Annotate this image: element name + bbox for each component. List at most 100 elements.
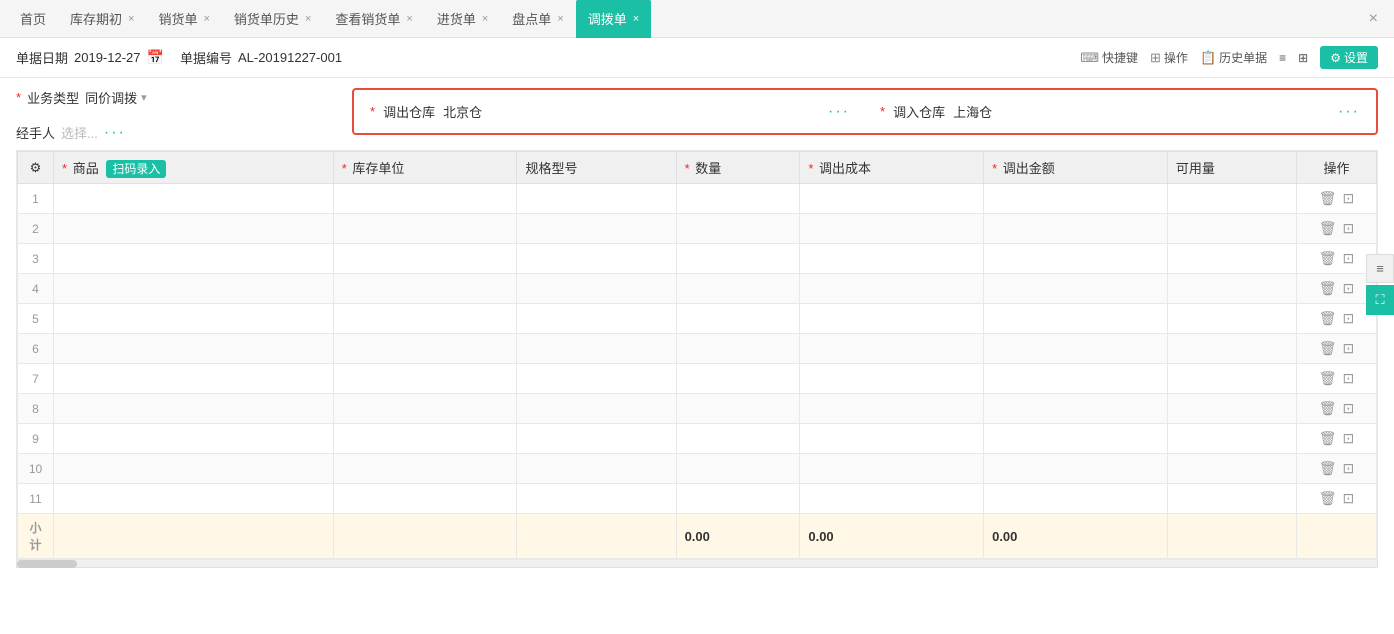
row-product[interactable] <box>54 394 334 424</box>
row-unit[interactable] <box>333 424 517 454</box>
handler-value[interactable]: 选择... <box>61 123 98 142</box>
copy-row-button[interactable]: ⊡ <box>1343 340 1355 357</box>
row-cost[interactable] <box>800 214 984 244</box>
row-qty[interactable] <box>676 244 800 274</box>
row-cost[interactable] <box>800 184 984 214</box>
row-amount[interactable] <box>984 394 1168 424</box>
copy-row-button[interactable]: ⊡ <box>1343 250 1355 267</box>
row-qty[interactable] <box>676 274 800 304</box>
tab-close-purchase-order[interactable]: × <box>482 13 488 25</box>
copy-row-button[interactable]: ⊡ <box>1343 490 1355 507</box>
row-unit[interactable] <box>333 244 517 274</box>
row-qty[interactable] <box>676 184 800 214</box>
row-qty[interactable] <box>676 424 800 454</box>
row-qty[interactable] <box>676 304 800 334</box>
row-cost[interactable] <box>800 394 984 424</box>
row-unit[interactable] <box>333 394 517 424</box>
row-product[interactable] <box>54 214 334 244</box>
row-spec[interactable] <box>517 304 676 334</box>
row-cost[interactable] <box>800 364 984 394</box>
row-cost[interactable] <box>800 424 984 454</box>
horizontal-scrollbar[interactable] <box>16 560 1378 568</box>
tab-stocktake[interactable]: 盘点单 × <box>500 0 575 38</box>
delete-row-button[interactable]: 🗑 <box>1319 460 1337 477</box>
delete-row-button[interactable]: 🗑 <box>1319 190 1337 207</box>
row-spec[interactable] <box>517 274 676 304</box>
tab-close-transfer[interactable]: × <box>633 13 639 25</box>
row-unit[interactable] <box>333 334 517 364</box>
tab-view-sales[interactable]: 查看销货单 × <box>323 0 424 38</box>
row-qty[interactable] <box>676 214 800 244</box>
tab-close-sales-order[interactable]: × <box>203 13 209 25</box>
handler-more-icon[interactable]: ··· <box>104 124 126 142</box>
row-unit[interactable] <box>333 484 517 514</box>
row-amount[interactable] <box>984 304 1168 334</box>
row-qty[interactable] <box>676 454 800 484</box>
tab-home[interactable]: 首页 <box>8 0 58 38</box>
row-qty[interactable] <box>676 334 800 364</box>
row-cost[interactable] <box>800 274 984 304</box>
history-button[interactable]: 📋 历史单据 <box>1200 49 1267 66</box>
delete-row-button[interactable]: 🗑 <box>1319 370 1337 387</box>
row-cost[interactable] <box>800 454 984 484</box>
row-product[interactable] <box>54 334 334 364</box>
layout-grid-button[interactable]: ⊞ <box>1298 51 1308 65</box>
row-spec[interactable] <box>517 484 676 514</box>
row-unit[interactable] <box>333 364 517 394</box>
row-cost[interactable] <box>800 334 984 364</box>
copy-row-button[interactable]: ⊡ <box>1343 220 1355 237</box>
row-spec[interactable] <box>517 424 676 454</box>
row-product[interactable] <box>54 424 334 454</box>
row-cost[interactable] <box>800 244 984 274</box>
delete-row-button[interactable]: 🗑 <box>1319 220 1337 237</box>
tab-close-stocktake[interactable]: × <box>557 13 563 25</box>
row-amount[interactable] <box>984 454 1168 484</box>
tab-sales-order[interactable]: 销货单 × <box>146 0 221 38</box>
row-cost[interactable] <box>800 484 984 514</box>
tab-transfer[interactable]: 调拨单 × <box>576 0 651 38</box>
right-panel-list-button[interactable]: ≡ <box>1366 254 1394 283</box>
delete-row-button[interactable]: 🗑 <box>1319 310 1337 327</box>
row-cost[interactable] <box>800 304 984 334</box>
scrollbar-thumb[interactable] <box>17 560 77 568</box>
col-gear[interactable]: ⚙ <box>18 152 54 184</box>
row-amount[interactable] <box>984 214 1168 244</box>
row-unit[interactable] <box>333 304 517 334</box>
layout-list-button[interactable]: ≡ <box>1279 51 1286 65</box>
row-product[interactable] <box>54 304 334 334</box>
scan-badge[interactable]: 扫码录入 <box>106 160 166 178</box>
row-qty[interactable] <box>676 364 800 394</box>
delete-row-button[interactable]: 🗑 <box>1319 250 1337 267</box>
row-product[interactable] <box>54 454 334 484</box>
row-qty[interactable] <box>676 394 800 424</box>
row-amount[interactable] <box>984 184 1168 214</box>
tab-close-inventory-init[interactable]: × <box>128 13 134 25</box>
copy-row-button[interactable]: ⊡ <box>1343 310 1355 327</box>
row-product[interactable] <box>54 184 334 214</box>
copy-row-button[interactable]: ⊡ <box>1343 400 1355 417</box>
biz-type-select[interactable]: 同价调拨 ▾ <box>85 88 235 107</box>
tab-purchase-order[interactable]: 进货单 × <box>425 0 500 38</box>
window-close-button[interactable]: × <box>1361 10 1386 28</box>
row-unit[interactable] <box>333 184 517 214</box>
transfer-in-more-icon[interactable]: ··· <box>1338 103 1360 121</box>
row-unit[interactable] <box>333 274 517 304</box>
row-spec[interactable] <box>517 454 676 484</box>
row-product[interactable] <box>54 364 334 394</box>
row-amount[interactable] <box>984 244 1168 274</box>
calendar-icon[interactable]: 📅 <box>147 49 164 66</box>
copy-row-button[interactable]: ⊡ <box>1343 370 1355 387</box>
row-unit[interactable] <box>333 454 517 484</box>
tab-close-view-sales[interactable]: × <box>406 13 412 25</box>
delete-row-button[interactable]: 🗑 <box>1319 280 1337 297</box>
tab-inventory-init[interactable]: 库存期初 × <box>58 0 146 38</box>
row-spec[interactable] <box>517 364 676 394</box>
row-product[interactable] <box>54 274 334 304</box>
row-spec[interactable] <box>517 244 676 274</box>
copy-row-button[interactable]: ⊡ <box>1343 460 1355 477</box>
row-qty[interactable] <box>676 484 800 514</box>
delete-row-button[interactable]: 🗑 <box>1319 340 1337 357</box>
row-unit[interactable] <box>333 214 517 244</box>
delete-row-button[interactable]: 🗑 <box>1319 400 1337 417</box>
delete-row-button[interactable]: 🗑 <box>1319 430 1337 447</box>
